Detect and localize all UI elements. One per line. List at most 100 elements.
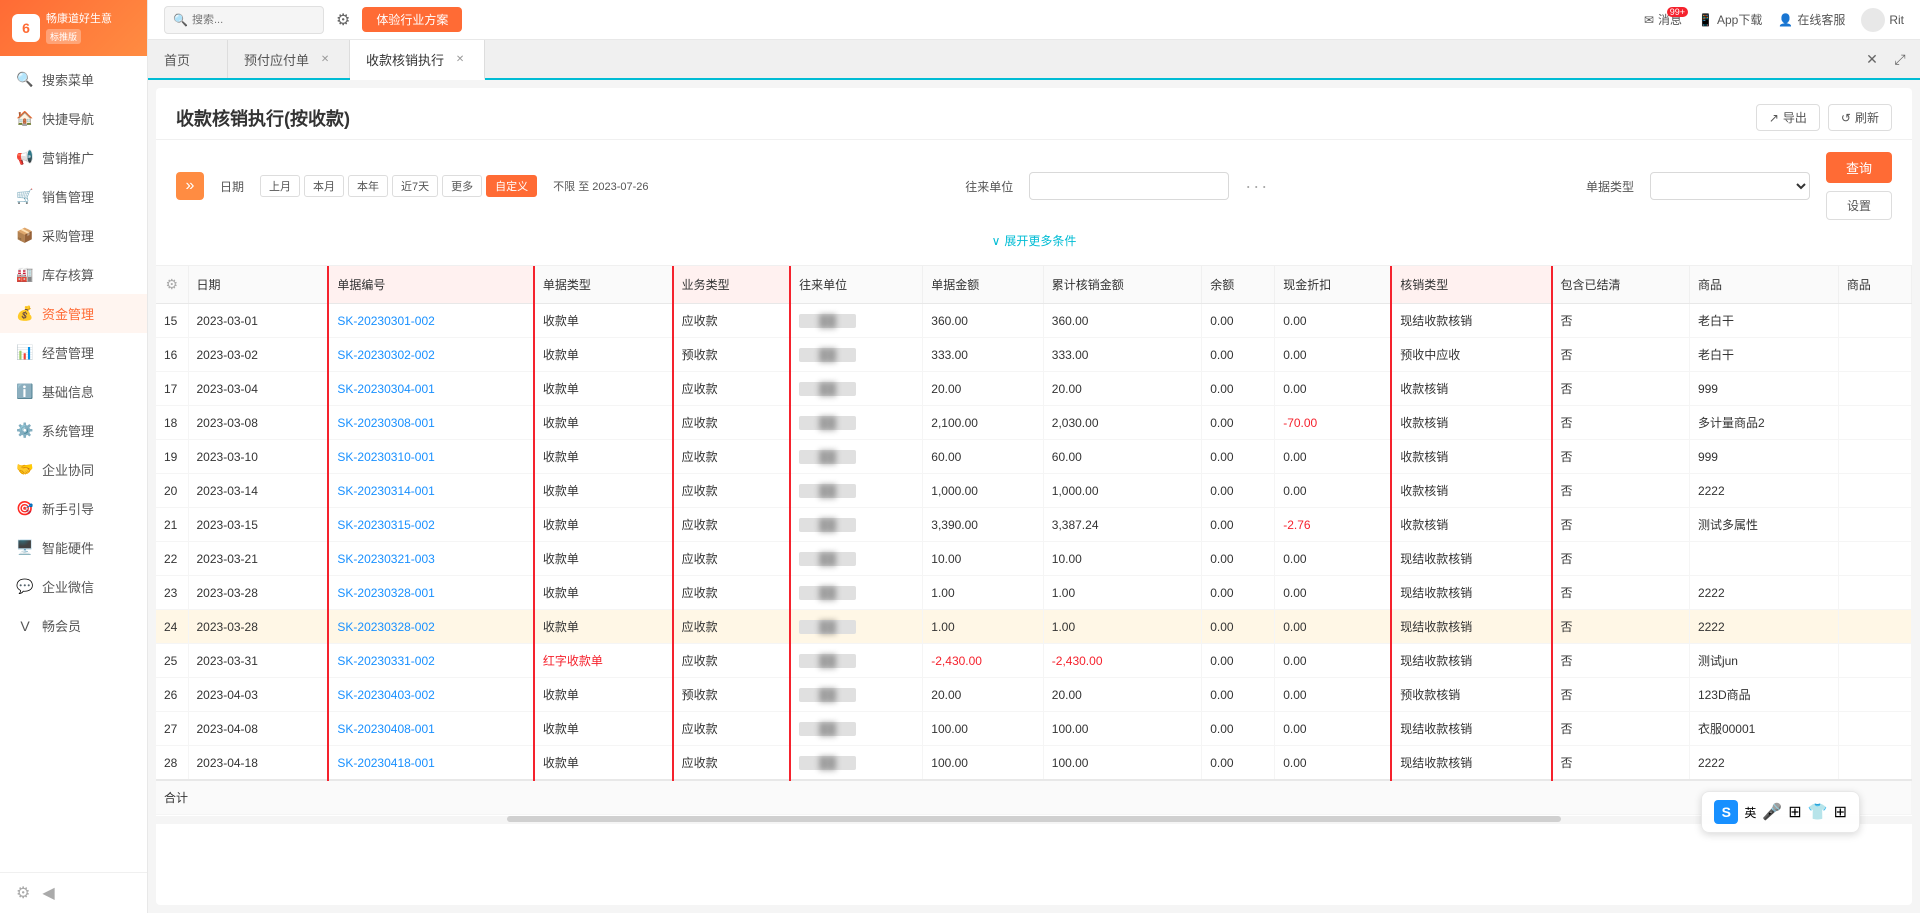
row-voucher-no[interactable]: SK-20230310-001 <box>328 440 533 474</box>
sidebar-item-enterprise[interactable]: 🤝 企业协同 <box>0 450 147 489</box>
message-item[interactable]: ✉ 消息 99+ <box>1644 11 1682 28</box>
voucher-link[interactable]: SK-20230328-001 <box>337 586 434 600</box>
tab-receivable[interactable]: 收款核销执行 ✕ <box>350 40 485 80</box>
filter-toggle-button[interactable]: » <box>176 172 204 200</box>
query-button[interactable]: 查询 <box>1826 152 1892 183</box>
last-7-days-button[interactable]: 近7天 <box>392 175 438 197</box>
row-voucher-no[interactable]: SK-20230331-002 <box>328 644 533 678</box>
column-settings-icon[interactable]: ⚙ <box>165 276 178 292</box>
voucher-link[interactable]: SK-20230321-003 <box>337 552 434 566</box>
sidebar-item-marketing[interactable]: 📢 营销推广 <box>0 138 147 177</box>
custom-date-button[interactable]: 自定义 <box>486 175 537 197</box>
row-balance: 0.00 <box>1202 474 1275 508</box>
voucher-link[interactable]: SK-20230301-002 <box>337 314 434 328</box>
sidebar-item-quicknav[interactable]: 🏠 快捷导航 <box>0 99 147 138</box>
sidebar-item-operations[interactable]: 📊 经营管理 <box>0 333 147 372</box>
row-voucher-no[interactable]: SK-20230328-002 <box>328 610 533 644</box>
tab-receivable-close-icon[interactable]: ✕ <box>452 51 468 67</box>
app-download-item[interactable]: 📱 App下载 <box>1698 11 1762 28</box>
this-year-button[interactable]: 本年 <box>348 175 388 197</box>
row-partner: ██ <box>790 406 923 440</box>
row-voucher-no[interactable]: SK-20230302-002 <box>328 338 533 372</box>
watermark-shirt-icon[interactable]: 👕 <box>1808 802 1828 822</box>
voucher-link[interactable]: SK-20230302-002 <box>337 348 434 362</box>
partner-input[interactable] <box>1029 172 1229 200</box>
app-icon: 📱 <box>1698 13 1713 27</box>
scrollbar-thumb[interactable] <box>507 816 1561 822</box>
sidebar-settings-icon[interactable]: ⚙ <box>16 883 30 903</box>
tab-home[interactable]: 首页 <box>148 40 228 78</box>
row-date: 2023-03-08 <box>188 406 328 440</box>
sidebar-item-guide[interactable]: 🎯 新手引导 <box>0 489 147 528</box>
sidebar-item-wechat[interactable]: 💬 企业微信 <box>0 567 147 606</box>
sidebar-item-sales[interactable]: 🛒 销售管理 <box>0 177 147 216</box>
voucher-link[interactable]: SK-20230310-001 <box>337 450 434 464</box>
row-biz-type: 应收款 <box>673 610 790 644</box>
voucher-link[interactable]: SK-20230418-001 <box>337 756 434 770</box>
user-item[interactable]: Rit <box>1861 8 1904 32</box>
row-partner: ██ <box>790 610 923 644</box>
settings-button[interactable]: 设置 <box>1826 191 1892 220</box>
system-icon: ⚙️ <box>16 422 34 440</box>
voucher-link[interactable]: SK-20230328-002 <box>337 620 434 634</box>
voucher-link[interactable]: SK-20230315-002 <box>337 518 434 532</box>
watermark-mic-icon[interactable]: 🎤 <box>1762 802 1782 822</box>
row-voucher-no[interactable]: SK-20230403-002 <box>328 678 533 712</box>
sidebar-collapse-icon[interactable]: ◀ <box>42 883 54 903</box>
voucher-link[interactable]: SK-20230304-001 <box>337 382 434 396</box>
row-voucher-no[interactable]: SK-20230308-001 <box>328 406 533 440</box>
row-voucher-no[interactable]: SK-20230328-001 <box>328 576 533 610</box>
row-voucher-no[interactable]: SK-20230321-003 <box>328 542 533 576</box>
refresh-button[interactable]: ↺ 刷新 <box>1828 104 1892 131</box>
watermark-grid-icon[interactable]: ⊞ <box>1788 802 1801 822</box>
last-month-button[interactable]: 上月 <box>260 175 300 197</box>
expand-conditions-button[interactable]: ∨ 展开更多条件 <box>992 232 1077 249</box>
voucher-link[interactable]: SK-20230408-001 <box>337 722 434 736</box>
row-voucher-no[interactable]: SK-20230314-001 <box>328 474 533 508</box>
row-biz-type: 应收款 <box>673 474 790 508</box>
row-voucher-no[interactable]: SK-20230304-001 <box>328 372 533 406</box>
solution-button[interactable]: 体验行业方案 <box>362 7 462 32</box>
sidebar-item-purchase[interactable]: 📦 采购管理 <box>0 216 147 255</box>
sidebar-item-label: 采购管理 <box>42 226 94 245</box>
online-service-item[interactable]: 👤 在线客服 <box>1778 11 1845 28</box>
tab-prepay[interactable]: 预付应付单 ✕ <box>228 40 350 78</box>
row-cash-discount: 0.00 <box>1275 610 1392 644</box>
sidebar-item-label: 快捷导航 <box>42 109 94 128</box>
sidebar-item-finance[interactable]: 💰 资金管理 <box>0 294 147 333</box>
row-voucher-type: 收款单 <box>534 610 673 644</box>
voucher-link[interactable]: SK-20230403-002 <box>337 688 434 702</box>
watermark-apps-icon[interactable]: ⊞ <box>1834 802 1847 822</box>
row-voucher-no[interactable]: SK-20230315-002 <box>328 508 533 542</box>
topbar-search[interactable]: 🔍 <box>164 6 324 34</box>
topbar-gear-icon[interactable]: ⚙ <box>336 10 350 30</box>
voucher-link[interactable]: SK-20230331-002 <box>337 654 434 668</box>
row-amount: 2,100.00 <box>923 406 1044 440</box>
topbar-search-input[interactable] <box>192 14 292 26</box>
horizontal-scrollbar[interactable] <box>156 816 1912 824</box>
tab-maximize-icon[interactable]: ⤢ <box>1888 47 1912 71</box>
row-write-off-type: 收款核销 <box>1391 406 1551 440</box>
sidebar-item-basic[interactable]: ℹ️ 基础信息 <box>0 372 147 411</box>
tab-close-all-icon[interactable]: ✕ <box>1860 47 1884 71</box>
voucher-link[interactable]: SK-20230314-001 <box>337 484 434 498</box>
sidebar-item-member[interactable]: V 畅会员 <box>0 606 147 645</box>
message-icon: ✉ <box>1644 13 1654 27</box>
export-button[interactable]: ↗ 导出 <box>1756 104 1820 131</box>
row-partner: ██ <box>790 644 923 678</box>
tab-prepay-close-icon[interactable]: ✕ <box>317 51 333 67</box>
sidebar-item-search[interactable]: 🔍 搜索菜单 <box>0 60 147 99</box>
more-dates-button[interactable]: 更多 <box>442 175 482 197</box>
row-voucher-no[interactable]: SK-20230408-001 <box>328 712 533 746</box>
voucher-type-select[interactable] <box>1650 172 1810 200</box>
sidebar-item-system[interactable]: ⚙️ 系统管理 <box>0 411 147 450</box>
watermark-s-icon: S <box>1714 800 1738 824</box>
row-voucher-no[interactable]: SK-20230301-002 <box>328 304 533 338</box>
col-settings[interactable]: ⚙ <box>156 266 188 304</box>
this-month-button[interactable]: 本月 <box>304 175 344 197</box>
row-voucher-no[interactable]: SK-20230418-001 <box>328 746 533 781</box>
sidebar-item-hardware[interactable]: 🖥️ 智能硬件 <box>0 528 147 567</box>
sidebar-item-inventory[interactable]: 🏭 库存核算 <box>0 255 147 294</box>
voucher-link[interactable]: SK-20230308-001 <box>337 416 434 430</box>
row-write-off-type: 现结收款核销 <box>1391 746 1551 781</box>
